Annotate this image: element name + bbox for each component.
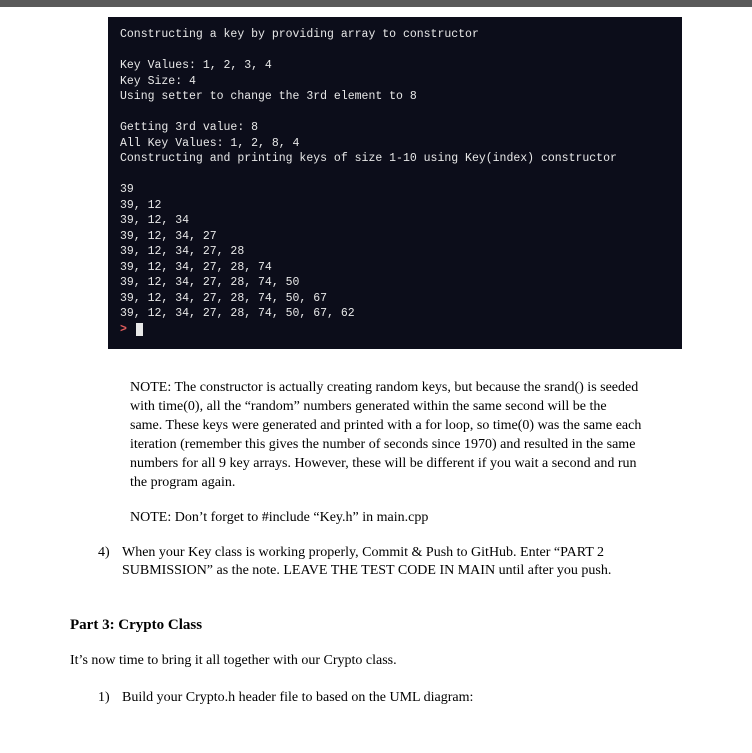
terminal-line: 39, 12, 34, 27, 28, 74, 50	[120, 276, 299, 289]
step-number: 4)	[98, 544, 122, 582]
terminal-line: Using setter to change the 3rd element t…	[120, 90, 417, 103]
terminal-prompt: >	[120, 323, 127, 336]
terminal-line: Constructing a key by providing array to…	[120, 28, 479, 41]
step-text: Build your Crypto.h header file to based…	[122, 689, 473, 708]
terminal-line: Getting 3rd value: 8	[120, 121, 258, 134]
terminal-line: 39, 12, 34, 27, 28	[120, 245, 244, 258]
part3-intro: It’s now time to bring it all together w…	[70, 652, 682, 671]
note-paragraph-2: NOTE: Don’t forget to #include “Key.h” i…	[130, 509, 642, 528]
terminal-line: 39, 12, 34	[120, 214, 189, 227]
body-text-block: NOTE: The constructor is actually creati…	[130, 379, 642, 527]
terminal-line: Key Values: 1, 2, 3, 4	[120, 59, 272, 72]
terminal-line: Key Size: 4	[120, 75, 196, 88]
terminal-line: 39, 12, 34, 27	[120, 230, 217, 243]
terminal-line: Constructing and printing keys of size 1…	[120, 152, 617, 165]
step-number: 1)	[98, 689, 122, 708]
terminal-line: 39, 12, 34, 27, 28, 74, 50, 67	[120, 292, 327, 305]
document-page: Constructing a key by providing array to…	[0, 7, 752, 744]
ordered-step-part3-1: 1) Build your Crypto.h header file to ba…	[98, 689, 642, 708]
part3-heading: Part 3: Crypto Class	[70, 617, 682, 634]
terminal-line: 39, 12, 34, 27, 28, 74, 50, 67, 62	[120, 307, 355, 320]
terminal-cursor	[136, 323, 143, 336]
window-top-bar	[0, 0, 752, 7]
terminal-line: 39, 12	[120, 199, 161, 212]
terminal-line: 39, 12, 34, 27, 28, 74	[120, 261, 272, 274]
terminal-output: Constructing a key by providing array to…	[108, 17, 682, 349]
terminal-line: All Key Values: 1, 2, 8, 4	[120, 137, 299, 150]
step-text: When your Key class is working properly,…	[122, 544, 642, 582]
note-paragraph-1: NOTE: The constructor is actually creati…	[130, 379, 642, 492]
terminal-line: 39	[120, 183, 134, 196]
ordered-step-4: 4) When your Key class is working proper…	[98, 544, 642, 582]
